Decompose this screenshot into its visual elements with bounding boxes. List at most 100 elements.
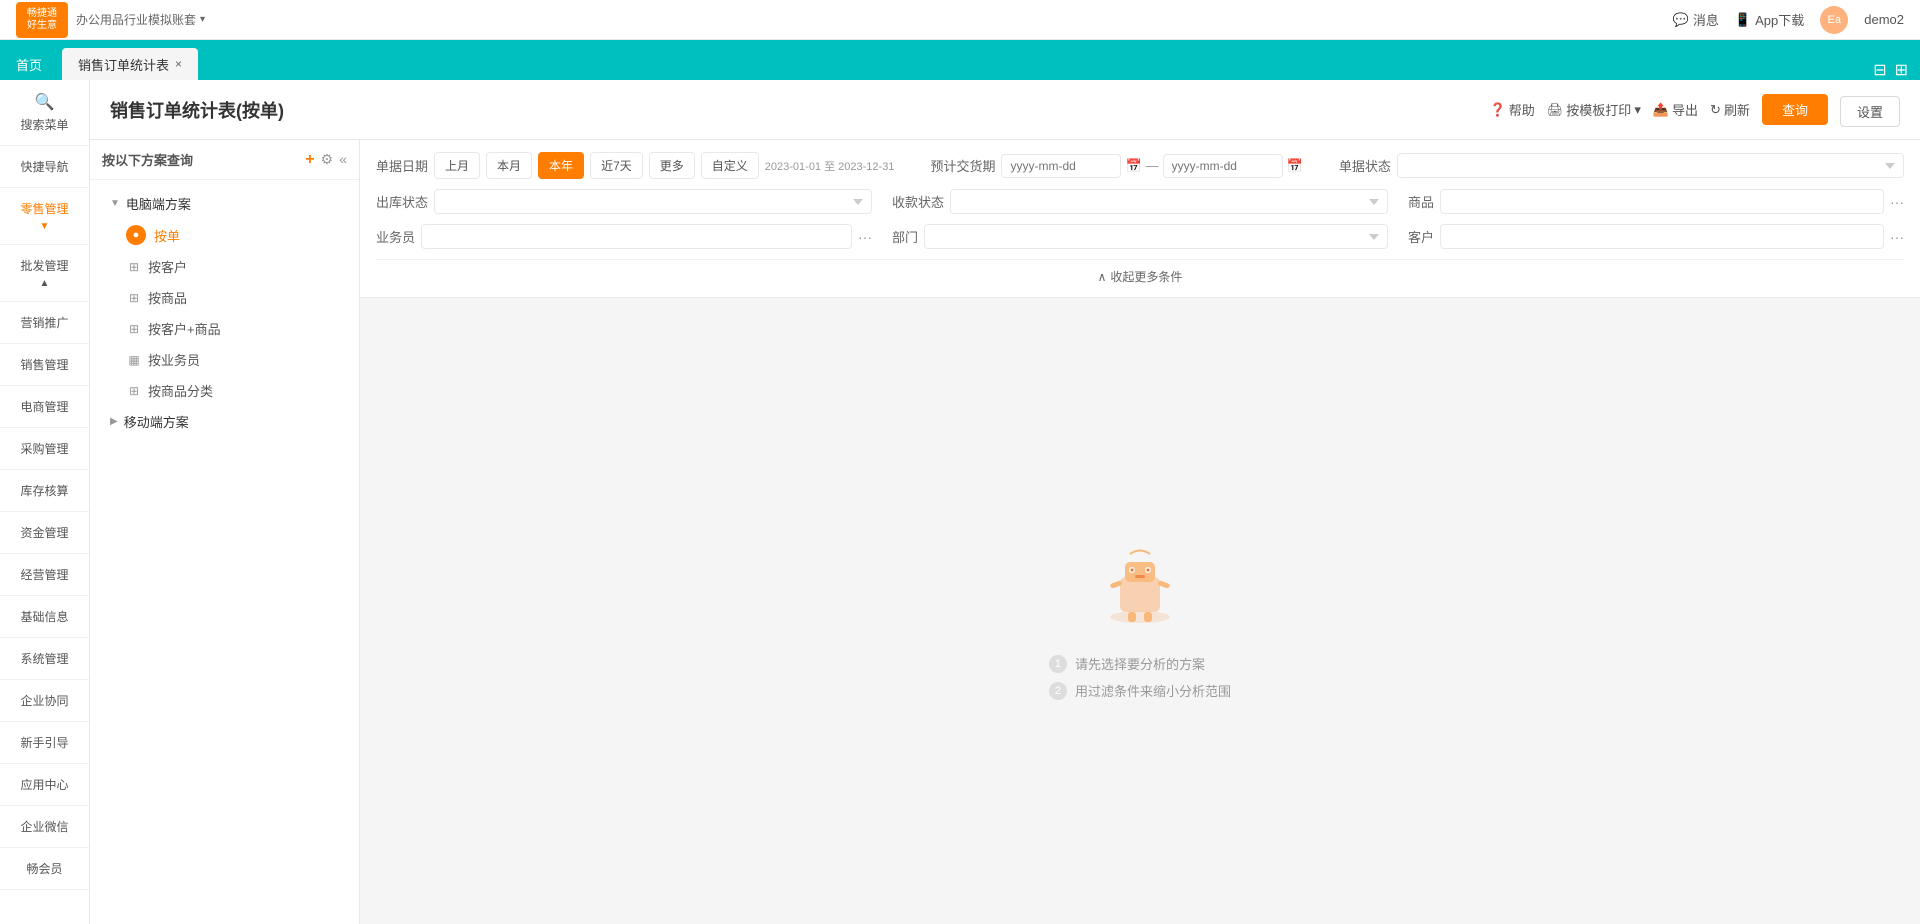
- goods-input[interactable]: [1440, 189, 1884, 214]
- sidebar-item-operations[interactable]: 经营管理: [0, 554, 89, 596]
- sidebar-item-newbie[interactable]: 新手引导: [0, 722, 89, 764]
- chevron-down-icon: ▼: [110, 198, 120, 209]
- goods-more-button[interactable]: ···: [1890, 194, 1904, 210]
- plan-item-by-order[interactable]: ● 按单: [90, 219, 359, 251]
- customer-input[interactable]: [1440, 224, 1884, 249]
- user-avatar[interactable]: Ea: [1820, 6, 1848, 34]
- plan-item-by-goods[interactable]: ⊞ 按商品: [90, 282, 359, 313]
- delivery-status-select[interactable]: [434, 189, 872, 214]
- this-year-btn[interactable]: 本年: [538, 152, 584, 179]
- salesman-label: 业务员: [376, 227, 415, 246]
- plan-group-pc-header[interactable]: ▼ 电脑端方案: [90, 188, 359, 219]
- tab-close-icon[interactable]: ×: [175, 57, 182, 71]
- page-actions: ❓ 帮助 🖨 按模板打印 ▾ 📤 导出 ↻ 刷新 查询 设置: [1490, 92, 1900, 139]
- delivery-status-label: 出库状态: [376, 192, 428, 211]
- settings-plan-button[interactable]: ⚙: [321, 151, 334, 169]
- department-filter-group: 部门: [892, 224, 1388, 249]
- more-date-btn[interactable]: 更多: [649, 152, 695, 179]
- help-button[interactable]: ❓ 帮助: [1490, 100, 1535, 119]
- sidebar-item-finance[interactable]: 资金管理: [0, 512, 89, 554]
- sidebar-item-search[interactable]: 🔍 搜索菜单: [0, 80, 89, 146]
- chevron-up-icon: ∧: [1098, 270, 1107, 284]
- calendar-icon-1[interactable]: 📅: [1125, 158, 1141, 174]
- expected-date-start[interactable]: [1001, 154, 1121, 178]
- salesman-more-button[interactable]: ···: [858, 229, 872, 245]
- plan-group-mobile-header[interactable]: ▶ 移动端方案: [90, 406, 359, 437]
- download-icon: 📱: [1735, 12, 1751, 28]
- collection-status-select[interactable]: [950, 189, 1388, 214]
- plan-tree: ▼ 电脑端方案 ● 按单 ⊞ 按客户: [90, 180, 359, 445]
- refresh-button[interactable]: ↻ 刷新: [1710, 100, 1750, 119]
- sidebar-item-marketing[interactable]: 营销推广: [0, 302, 89, 344]
- goods-filter-group: 商品 ···: [1408, 189, 1904, 214]
- logo-text: 畅捷通好生意: [27, 8, 57, 32]
- sidebar-item-retail[interactable]: 零售管理 ▼: [0, 188, 89, 245]
- chevron-right-icon: ▼: [40, 221, 50, 232]
- salesman-input[interactable]: [421, 224, 852, 249]
- last7-btn[interactable]: 近7天: [590, 152, 643, 179]
- maximize-button[interactable]: ⊞: [1895, 60, 1908, 80]
- sidebar-item-inventory[interactable]: 库存核算: [0, 470, 89, 512]
- plan-item-by-category[interactable]: ⊞ 按商品分类: [90, 375, 359, 406]
- plan-item-by-salesman[interactable]: ▦ 按业务员: [90, 344, 359, 375]
- minimize-button[interactable]: ⊟: [1873, 60, 1886, 80]
- doc-status-select[interactable]: [1397, 153, 1904, 178]
- sidebar-item-purchase[interactable]: 采购管理: [0, 428, 89, 470]
- tab-sales-order-stats[interactable]: 销售订单统计表 ×: [62, 48, 198, 80]
- app-download-button[interactable]: 📱 App下载: [1735, 10, 1804, 29]
- sidebar-item-system[interactable]: 系统管理: [0, 638, 89, 680]
- sidebar-item-wholesale[interactable]: 批发管理 ▲: [0, 245, 89, 302]
- grid-icon: ⊞: [126, 259, 142, 275]
- logo: 畅捷通好生意: [16, 2, 68, 38]
- plan-item-by-customer-goods[interactable]: ⊞ 按客户+商品: [90, 313, 359, 344]
- empty-tip-2: 2 用过滤条件来缩小分析范围: [1049, 681, 1231, 700]
- last-month-btn[interactable]: 上月: [434, 152, 480, 179]
- expected-date-group: 预计交货期 📅 — 📅: [930, 154, 1302, 178]
- print-icon: 🖨: [1547, 102, 1564, 118]
- sidebar-item-quicknav[interactable]: 快捷导航: [0, 146, 89, 188]
- empty-tips: 1 请先选择要分析的方案 2 用过滤条件来缩小分析范围: [1049, 654, 1231, 700]
- customer-filter-group: 客户 ···: [1408, 224, 1904, 249]
- calendar-icon-2[interactable]: 📅: [1287, 158, 1303, 174]
- customer-more-button[interactable]: ···: [1890, 229, 1904, 245]
- content-area: 销售订单统计表(按单) ❓ 帮助 🖨 按模板打印 ▾ 📤 导出 ↻ 刷新: [90, 80, 1920, 924]
- avatar: Ea: [1820, 6, 1848, 34]
- sidebar-item-basic[interactable]: 基础信息: [0, 596, 89, 638]
- custom-date-btn[interactable]: 自定义: [701, 152, 759, 179]
- top-bar: 畅捷通好生意 办公用品行业模拟账套 ▾ 💬 消息 📱 App下载 Ea demo…: [0, 0, 1920, 40]
- sidebar-item-enterprise[interactable]: 企业协同: [0, 680, 89, 722]
- sidebar-item-wechat[interactable]: 企业微信: [0, 806, 89, 848]
- this-month-btn[interactable]: 本月: [486, 152, 532, 179]
- plan-item-by-customer[interactable]: ⊞ 按客户: [90, 251, 359, 282]
- add-plan-button[interactable]: +: [305, 151, 314, 169]
- account-dropdown[interactable]: 办公用品行业模拟账套 ▾: [76, 11, 205, 28]
- page-header: 销售订单统计表(按单) ❓ 帮助 🖨 按模板打印 ▾ 📤 导出 ↻ 刷新: [90, 80, 1920, 140]
- tab-home[interactable]: 首页: [0, 48, 58, 80]
- query-button[interactable]: 查询: [1762, 94, 1828, 125]
- collapse-button[interactable]: ∧ 收起更多条件: [1098, 268, 1183, 285]
- department-select[interactable]: [924, 224, 1388, 249]
- collapse-plan-button[interactable]: «: [339, 151, 347, 169]
- search-icon: 🔍: [35, 92, 55, 112]
- filter-row-2: 出库状态 收款状态: [376, 189, 1904, 214]
- plan-group-pc: ▼ 电脑端方案 ● 按单 ⊞ 按客户: [90, 188, 359, 406]
- tip-num-1: 1: [1049, 655, 1067, 673]
- active-indicator: ●: [126, 225, 146, 245]
- sidebar-item-ecommerce[interactable]: 电商管理: [0, 386, 89, 428]
- message-button[interactable]: 💬 消息: [1673, 10, 1719, 29]
- sidebar-item-sales[interactable]: 销售管理: [0, 344, 89, 386]
- settings-button[interactable]: 设置: [1840, 96, 1900, 127]
- customer-label: 客户: [1408, 227, 1434, 246]
- date-range-text: 2023-01-01 至 2023-12-31: [765, 158, 895, 174]
- doc-status-label: 单据状态: [1339, 156, 1391, 175]
- collection-status-group: 收款状态: [892, 189, 1388, 214]
- print-button[interactable]: 🖨 按模板打印 ▾: [1547, 100, 1641, 119]
- sidebar-item-appcenter[interactable]: 应用中心: [0, 764, 89, 806]
- chevron-down-icon: ▾: [200, 14, 205, 25]
- sidebar-item-member[interactable]: 畅会员: [0, 848, 89, 890]
- sidebar: 🔍 搜索菜单 快捷导航 零售管理 ▼ 批发管理 ▲ 营销推广 销售管理 电商管理…: [0, 80, 90, 924]
- empty-icon: [1080, 522, 1200, 642]
- export-button[interactable]: 📤 导出: [1653, 100, 1698, 119]
- date-label: 单据日期: [376, 156, 428, 175]
- expected-date-end[interactable]: [1163, 154, 1283, 178]
